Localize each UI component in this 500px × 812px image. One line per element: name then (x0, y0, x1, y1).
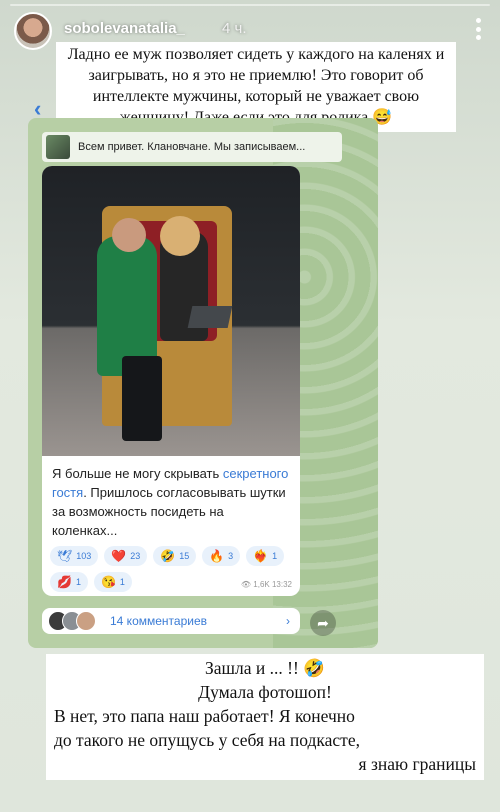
views-and-time: 👁 1,6K 13:32 (240, 580, 292, 589)
reaction-fire[interactable]: 🔥 3 (202, 546, 241, 566)
bottom-caption-line3: В нет, это папа наш работает! Я конечно (54, 706, 355, 726)
post-text-part1: Я больше не могу скрывать (52, 466, 223, 481)
commenter-avatars (48, 611, 96, 631)
bottom-caption-line5: я знаю границы (358, 754, 476, 774)
comments-button[interactable]: 14 комментариев › (42, 608, 300, 634)
bottom-caption-line1: Зашла и ... !! 🤣 (205, 658, 325, 678)
channel-post: Я больше не могу скрывать секретного гос… (42, 166, 300, 596)
story-progress-bar (10, 4, 490, 6)
reaction-blow-kiss[interactable]: 😘 1 (93, 572, 132, 592)
forward-preview-text: Всем привет. Клановчане. Мы записываем..… (78, 141, 306, 153)
heart-fire-icon: ❤️‍🔥 (253, 549, 269, 563)
post-text: Я больше не могу скрывать секретного гос… (52, 464, 290, 540)
post-photo (42, 166, 300, 456)
fire-icon: 🔥 (209, 549, 225, 563)
reaction-count: 1 (272, 551, 278, 561)
reaction-count: 103 (76, 551, 92, 561)
rofl-icon: 🤣 (160, 549, 176, 563)
reaction-count: 1 (75, 577, 81, 587)
laptop (187, 306, 233, 328)
reaction-kiss[interactable]: 💋 1 (50, 572, 88, 592)
woman-hair (160, 216, 200, 256)
heart-icon: ❤️ (111, 549, 127, 563)
share-icon[interactable]: ➦ (310, 610, 336, 636)
reaction-count: 15 (179, 551, 190, 561)
bottom-caption: Зашла и ... !! 🤣 Думала фотошоп! В нет, … (46, 654, 484, 780)
story-username[interactable]: sobolevanatalia_ (64, 20, 185, 37)
kiss-icon: 💋 (57, 575, 72, 589)
avatar[interactable] (14, 12, 52, 50)
reaction-dove[interactable]: 🕊 103 (50, 546, 99, 566)
reaction-rofl[interactable]: 🤣 15 (153, 546, 197, 566)
blow-kiss-icon: 😘 (100, 575, 116, 589)
reaction-count: 23 (130, 551, 141, 561)
chevron-right-icon: › (286, 614, 290, 628)
reaction-heart[interactable]: ❤️ 23 (104, 546, 148, 566)
bottom-caption-line2: Думала фотошоп! (198, 682, 332, 702)
story-viewer: sobolevanatalia_ 4 ч. Ладно ее муж позво… (0, 0, 500, 812)
back-chevron-icon[interactable]: ‹ (34, 96, 41, 122)
man-head (112, 218, 146, 252)
story-time: 4 ч. (222, 20, 247, 37)
reaction-count: 3 (228, 551, 234, 561)
forwarded-preview: Всем привет. Клановчане. Мы записываем..… (42, 132, 342, 162)
reaction-count: 1 (119, 577, 125, 587)
forward-thumbnail (46, 135, 70, 159)
comments-label: 14 комментариев (110, 614, 208, 628)
telegram-screenshot: Всем привет. Клановчане. Мы записываем..… (28, 118, 378, 648)
dove-icon: 🕊 (57, 549, 73, 563)
reaction-heart-fire[interactable]: ❤️‍🔥 1 (246, 546, 285, 566)
man-figure (97, 236, 157, 376)
more-options-icon[interactable] (476, 18, 482, 40)
man-legs (122, 356, 162, 441)
post-text-part2: . Пришлось согласовывать шутки за возмож… (52, 485, 286, 538)
bottom-caption-line4: до такого не опущусь у себя на подкасте, (54, 730, 360, 750)
